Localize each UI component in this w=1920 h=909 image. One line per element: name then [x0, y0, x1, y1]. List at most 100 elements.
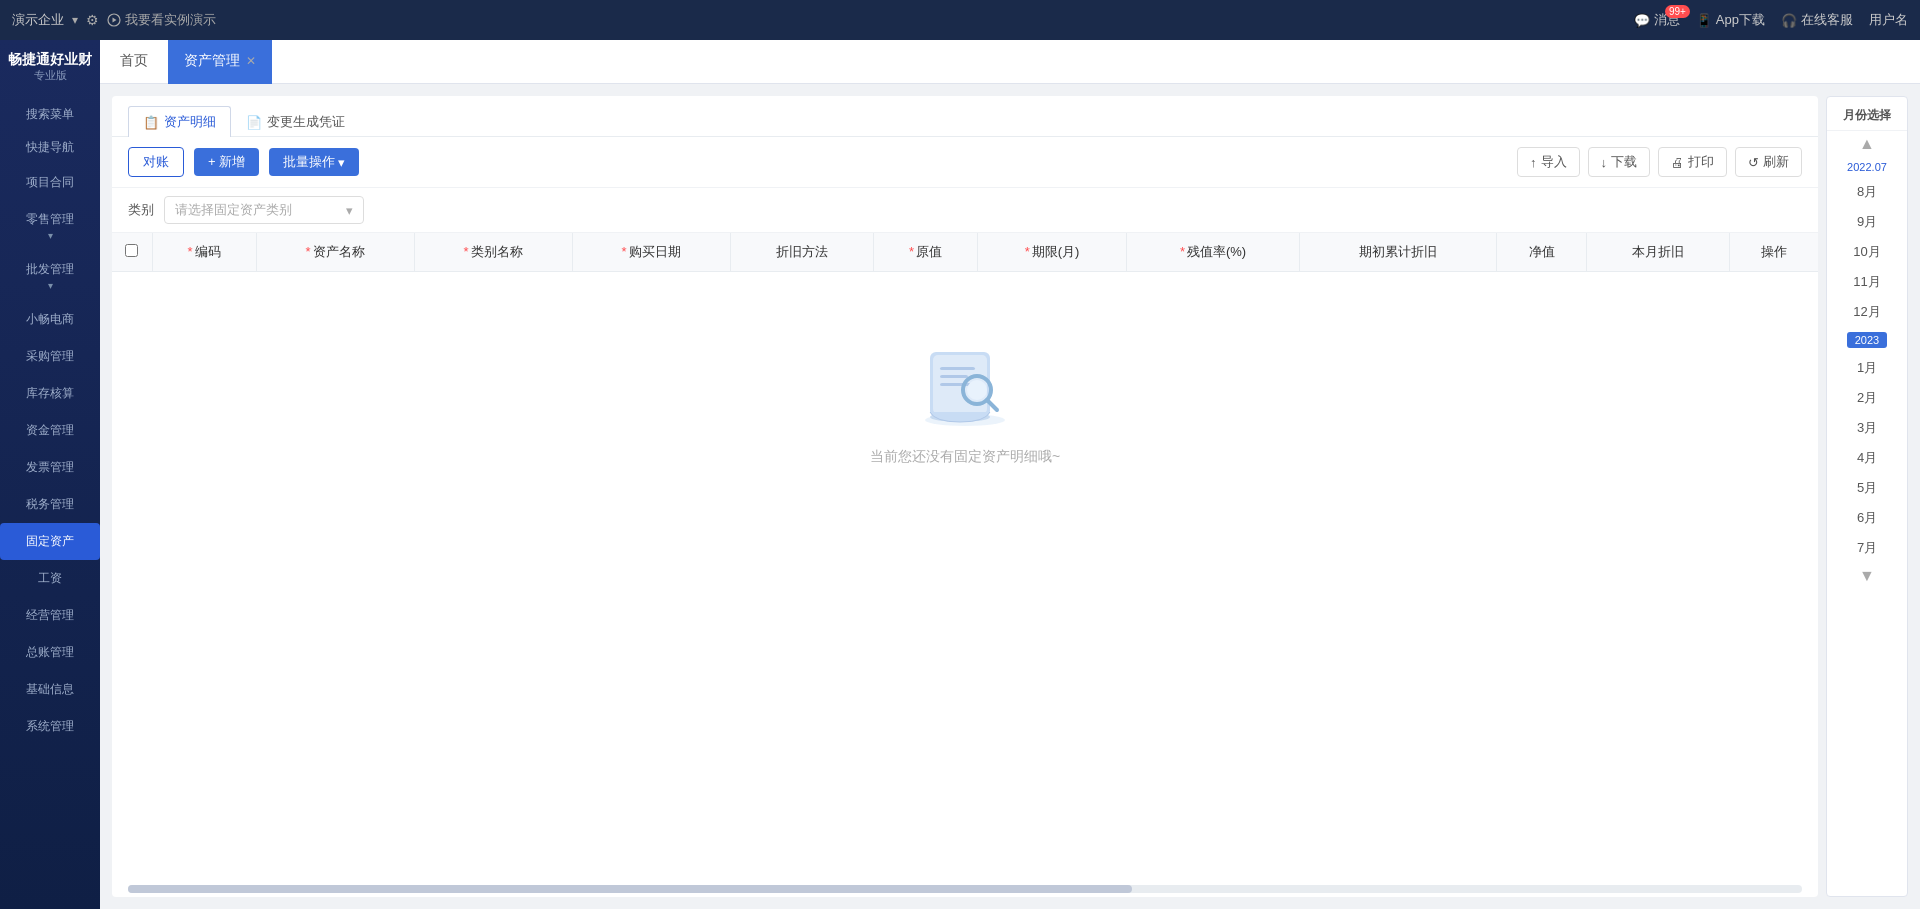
settings-icon[interactable]: ⚙	[86, 12, 99, 28]
month-panel: 月份选择 ▲ 2022.07 8月 9月 10月 11月 12月 2023 1月…	[1826, 96, 1908, 897]
month-item-7[interactable]: 7月	[1827, 533, 1907, 563]
month-item-9[interactable]: 9月	[1827, 207, 1907, 237]
sidebar-label-ledger: 总账管理	[26, 644, 74, 661]
top-bar: 演示企业 ▾ ⚙ 我要看实例演示 💬 消息 99+ 📱 App下载 🎧 在线客服…	[0, 0, 1920, 40]
month-item-10[interactable]: 10月	[1827, 237, 1907, 267]
refresh-button[interactable]: ↺ 刷新	[1735, 147, 1802, 177]
sidebar-label-assets: 固定资产	[26, 533, 74, 550]
import-button[interactable]: ↑ 导入	[1517, 147, 1580, 177]
tab-assets[interactable]: 资产管理 ✕	[168, 40, 272, 84]
month-item-11[interactable]: 11月	[1827, 267, 1907, 297]
sidebar-label-invoice: 发票管理	[26, 459, 74, 476]
month-item-3[interactable]: 3月	[1827, 413, 1907, 443]
sidebar-item-project[interactable]: 项目合同	[0, 164, 100, 201]
current-year-display[interactable]: 2022.07	[1847, 157, 1887, 177]
th-net-value: 净值	[1497, 233, 1586, 272]
sidebar-item-payroll[interactable]: 工资	[0, 560, 100, 597]
sidebar-label-project: 项目合同	[26, 174, 74, 191]
month-item-12[interactable]: 12月	[1827, 297, 1907, 327]
demo-link[interactable]: 我要看实例演示	[107, 11, 216, 29]
year-2023-badge[interactable]: 2023	[1847, 332, 1887, 348]
sub-tab-voucher[interactable]: 📄 变更生成凭证	[231, 106, 360, 137]
category-select-placeholder: 请选择固定资产类别	[175, 201, 292, 219]
dropdown-arrow-icon[interactable]: ▾	[72, 13, 78, 27]
month-item-4[interactable]: 4月	[1827, 443, 1907, 473]
sidebar-item-invoice[interactable]: 发票管理	[0, 449, 100, 486]
th-code: *编码	[152, 233, 256, 272]
empty-svg	[905, 332, 1025, 432]
scroll-thumb[interactable]	[128, 885, 1132, 893]
tab-close-icon[interactable]: ✕	[246, 54, 256, 68]
svg-rect-6	[940, 383, 972, 386]
sidebar-label-tax: 税务管理	[26, 496, 74, 513]
horizontal-scrollbar[interactable]	[128, 885, 1802, 893]
voucher-tab-icon: 📄	[246, 115, 262, 130]
svg-rect-4	[940, 367, 975, 370]
month-nav-down[interactable]: ▼	[1827, 563, 1907, 589]
month-item-8[interactable]: 8月	[1827, 177, 1907, 207]
sidebar-item-ecommerce[interactable]: 小畅电商	[0, 301, 100, 338]
app-download-button[interactable]: 📱 App下载	[1696, 11, 1765, 29]
svg-point-8	[967, 380, 987, 400]
sidebar-label-purchase: 采购管理	[26, 348, 74, 365]
sidebar-item-inventory[interactable]: 库存核算	[0, 375, 100, 412]
sidebar-quick-nav[interactable]: 快捷导航	[0, 131, 100, 164]
sidebar-item-basic[interactable]: 基础信息	[0, 671, 100, 708]
sidebar-item-tax[interactable]: 税务管理	[0, 486, 100, 523]
print-button[interactable]: 🖨 打印	[1658, 147, 1727, 177]
user-name: 用户名	[1869, 11, 1908, 29]
online-service-button[interactable]: 🎧 在线客服	[1781, 11, 1853, 29]
message-icon: 💬	[1634, 13, 1650, 28]
th-checkbox	[112, 233, 152, 272]
top-bar-left: 演示企业 ▾ ⚙ 我要看实例演示	[12, 11, 216, 29]
month-item-2[interactable]: 2月	[1827, 383, 1907, 413]
th-name: *资产名称	[256, 233, 414, 272]
match-button[interactable]: 对账	[128, 147, 184, 177]
th-category: *类别名称	[414, 233, 572, 272]
sidebar-label-inventory: 库存核算	[26, 385, 74, 402]
empty-state: 当前您还没有固定资产明细哦~	[112, 272, 1818, 526]
sidebar-item-ledger[interactable]: 总账管理	[0, 634, 100, 671]
batch-arrow-icon: ▾	[338, 155, 345, 170]
month-item-6[interactable]: 6月	[1827, 503, 1907, 533]
sidebar-item-operations[interactable]: 经营管理	[0, 597, 100, 634]
sidebar-label-system: 系统管理	[26, 718, 74, 735]
tab-home[interactable]: 首页	[100, 40, 168, 84]
add-button[interactable]: + 新增	[194, 148, 259, 176]
sidebar-label-ecommerce: 小畅电商	[26, 311, 74, 328]
table-header-row: *编码 *资产名称 *类别名称 *购买日期 折旧方法 *原值 *期限(月) *残…	[112, 233, 1818, 272]
month-panel-title: 月份选择	[1827, 103, 1907, 131]
sidebar-logo: 畅捷通好业财 专业版	[8, 50, 92, 82]
month-nav-up[interactable]: ▲	[1827, 131, 1907, 157]
select-arrow-icon: ▾	[346, 203, 353, 218]
tab-assets-label: 资产管理	[184, 52, 240, 70]
th-original-value: *原值	[873, 233, 977, 272]
sidebar-label-operations: 经营管理	[26, 607, 74, 624]
sub-tab-detail[interactable]: 📋 资产明细	[128, 106, 231, 137]
svg-rect-5	[940, 375, 968, 378]
th-monthly-depreciation: 本月折旧	[1586, 233, 1729, 272]
month-item-1[interactable]: 1月	[1827, 353, 1907, 383]
refresh-icon: ↺	[1748, 155, 1759, 170]
messages-button[interactable]: 💬 消息 99+	[1634, 11, 1680, 29]
detail-tab-icon: 📋	[143, 115, 159, 130]
sidebar-item-wholesale[interactable]: 批发管理 ▾	[0, 251, 100, 301]
category-select[interactable]: 请选择固定资产类别 ▾	[164, 196, 364, 224]
sidebar-label-basic: 基础信息	[26, 681, 74, 698]
sidebar-item-retail[interactable]: 零售管理 ▾	[0, 201, 100, 251]
assets-table: *编码 *资产名称 *类别名称 *购买日期 折旧方法 *原值 *期限(月) *残…	[112, 233, 1818, 272]
sidebar-item-finance[interactable]: 资金管理	[0, 412, 100, 449]
chevron-down-icon: ▾	[48, 230, 53, 241]
sidebar-item-purchase[interactable]: 采购管理	[0, 338, 100, 375]
print-icon: 🖨	[1671, 155, 1684, 170]
sidebar-search[interactable]: 搜索菜单	[0, 98, 100, 131]
th-period: *期限(月)	[977, 233, 1126, 272]
th-purchase-date: *购买日期	[572, 233, 730, 272]
select-all-checkbox[interactable]	[125, 244, 138, 257]
content-area: 首页 资产管理 ✕ 📋 资产明细 📄 变更生成凭证	[100, 40, 1920, 909]
month-item-5[interactable]: 5月	[1827, 473, 1907, 503]
sidebar-item-assets[interactable]: 固定资产	[0, 523, 100, 560]
download-button[interactable]: ↓ 下载	[1588, 147, 1651, 177]
batch-button[interactable]: 批量操作 ▾	[269, 148, 359, 176]
sidebar-item-system[interactable]: 系统管理	[0, 708, 100, 745]
